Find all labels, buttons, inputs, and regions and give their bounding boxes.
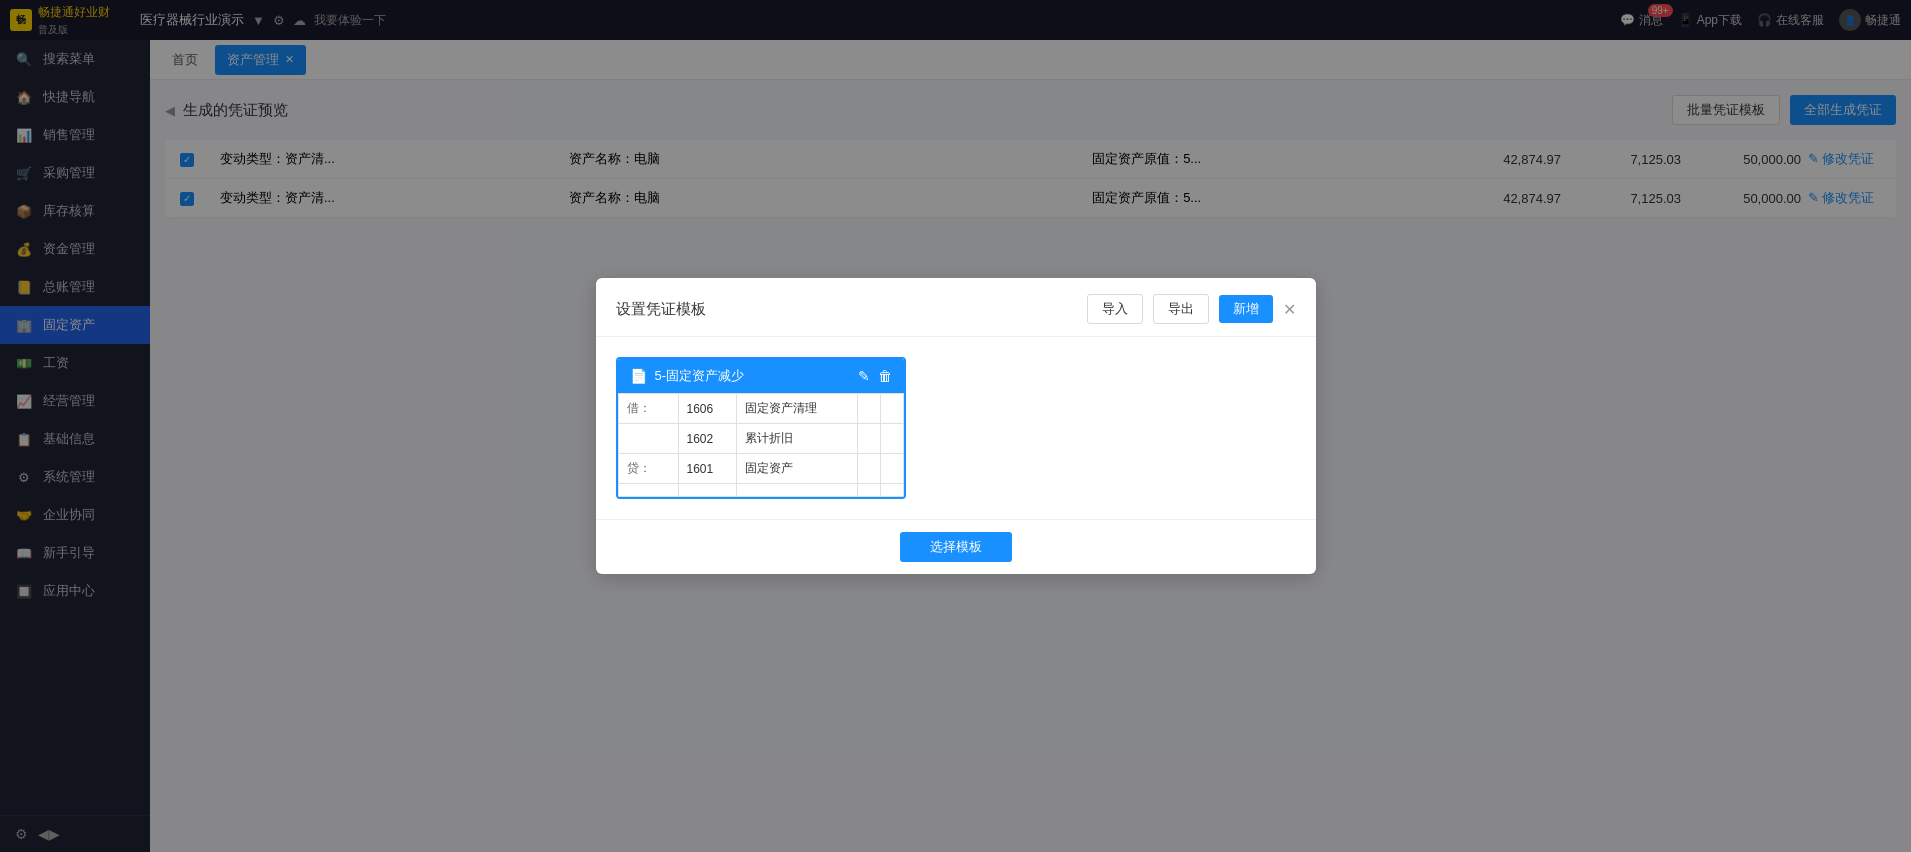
template-row-debit1: 借： 1606 固定资产清理 <box>618 394 903 424</box>
select-template-button[interactable]: 选择模板 <box>900 532 1012 562</box>
template-card-actions: ✎ 🗑 <box>858 368 892 384</box>
amount-col3 <box>857 424 880 454</box>
amount-col6 <box>880 454 903 484</box>
empty-cell5 <box>880 484 903 497</box>
modal-body: 📄 5-固定资产减少 ✎ 🗑 借： 1606 固 <box>596 337 1316 519</box>
credit-label: 贷： <box>618 454 678 484</box>
new-button[interactable]: 新增 <box>1219 295 1273 323</box>
account-code-1602: 1602 <box>678 424 737 454</box>
template-card: 📄 5-固定资产减少 ✎ 🗑 借： 1606 固 <box>616 357 906 499</box>
empty-cell4 <box>857 484 880 497</box>
modal-overlay[interactable]: 设置凭证模板 导入 导出 新增 ✕ 📄 5-固定资产减少 ✎ 🗑 <box>0 0 1911 852</box>
account-code-1601: 1601 <box>678 454 737 484</box>
amount-col4 <box>880 424 903 454</box>
debit-label-empty <box>618 424 678 454</box>
debit-label: 借： <box>618 394 678 424</box>
empty-cell3 <box>737 484 857 497</box>
template-row-empty <box>618 484 903 497</box>
amount-col5 <box>857 454 880 484</box>
empty-cell2 <box>678 484 737 497</box>
template-card-body: 借： 1606 固定资产清理 1602 累计折旧 <box>618 393 904 497</box>
import-button[interactable]: 导入 <box>1087 294 1143 324</box>
account-name-1606: 固定资产清理 <box>737 394 857 424</box>
modal-footer: 选择模板 <box>596 519 1316 574</box>
amount-col2 <box>880 394 903 424</box>
template-accounts-table: 借： 1606 固定资产清理 1602 累计折旧 <box>618 393 904 497</box>
set-template-modal: 设置凭证模板 导入 导出 新增 ✕ 📄 5-固定资产减少 ✎ 🗑 <box>596 278 1316 574</box>
empty-cell1 <box>618 484 678 497</box>
template-card-header: 📄 5-固定资产减少 ✎ 🗑 <box>618 359 904 393</box>
template-row-credit1: 贷： 1601 固定资产 <box>618 454 903 484</box>
template-number-name: 5-固定资产减少 <box>655 367 745 385</box>
template-doc-icon: 📄 <box>630 368 647 384</box>
modal-close-button[interactable]: ✕ <box>1283 300 1296 319</box>
template-delete-icon[interactable]: 🗑 <box>878 368 892 384</box>
template-edit-icon[interactable]: ✎ <box>858 368 870 384</box>
account-code-1606: 1606 <box>678 394 737 424</box>
amount-col1 <box>857 394 880 424</box>
template-row-debit2: 1602 累计折旧 <box>618 424 903 454</box>
modal-header: 设置凭证模板 导入 导出 新增 ✕ <box>596 278 1316 337</box>
account-name-1602: 累计折旧 <box>737 424 857 454</box>
export-button[interactable]: 导出 <box>1153 294 1209 324</box>
template-card-title: 📄 5-固定资产减少 <box>630 367 745 385</box>
account-name-1601: 固定资产 <box>737 454 857 484</box>
modal-title: 设置凭证模板 <box>616 300 706 319</box>
